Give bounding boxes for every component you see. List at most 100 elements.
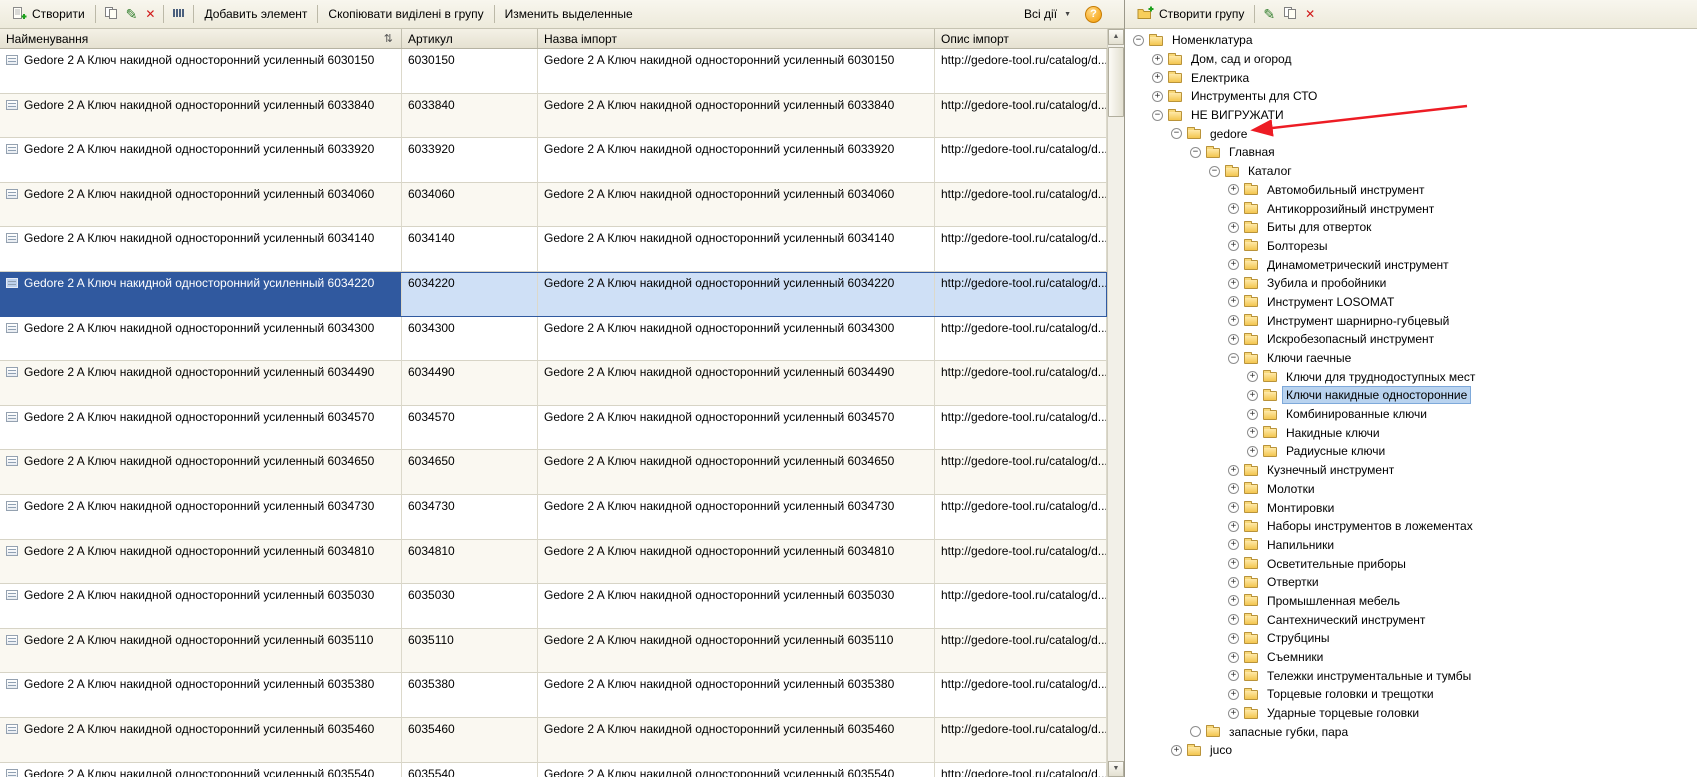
cell-name[interactable]: Gedore 2 A Ключ накидной односторонний у… [0,494,402,540]
tree-node-label[interactable]: Автомобильный инструмент [1264,182,1427,198]
scroll-down-button[interactable]: ▼ [1108,761,1124,777]
expand-icon[interactable]: + [1228,539,1239,551]
column-header-import-name[interactable]: Назва імпорт [538,29,935,48]
tree-node[interactable]: + Зубила и пробойники [1125,274,1697,293]
table-row[interactable]: Gedore 2 A Ключ накидной односторонний у… [0,628,1107,674]
tree-node-label[interactable]: Радиусные ключи [1283,443,1388,459]
delete-group-button[interactable]: ✕ [1301,5,1319,24]
cell-import-name[interactable]: Gedore 2 A Ключ накидной односторонний у… [538,271,935,317]
table-scrollbar[interactable]: ▲ ▼ [1107,29,1124,777]
tree-node-label[interactable]: Болторезы [1264,238,1331,254]
cell-import-desc[interactable]: http://gedore-tool.ru/catalog/d... [935,539,1107,585]
expand-icon[interactable]: + [1228,651,1239,663]
cell-import-name[interactable]: Gedore 2 A Ключ накидной односторонний у… [538,361,935,406]
cell-import-name[interactable]: Gedore 2 A Ключ накидной односторонний у… [538,316,935,362]
tree-node-label[interactable]: Биты для отверток [1264,219,1374,235]
tree-node[interactable]: + Инструмент LOSOMAT [1125,293,1697,312]
tree-node[interactable]: + Искробезопасный инструмент [1125,330,1697,349]
tree-node[interactable]: − НЕ ВИГРУЖАТИ [1125,106,1697,125]
table-row[interactable]: Gedore 2 A Ключ накидной односторонний у… [0,762,1107,777]
tree-node[interactable]: − Номенклатура [1125,31,1697,50]
tree-node[interactable]: + Сантехнический инструмент [1125,610,1697,629]
tree-node[interactable]: + Молотки [1125,480,1697,499]
tree-node-label[interactable]: Съемники [1264,649,1326,665]
expand-icon[interactable]: + [1228,576,1239,588]
tree-node-label[interactable]: Струбцины [1264,630,1333,646]
tree-node[interactable]: + Накидные ключи [1125,423,1697,442]
cell-import-name[interactable]: Gedore 2 A Ключ накидной односторонний у… [538,584,935,629]
tree-node-label[interactable]: Торцевые головки и трещотки [1264,686,1437,702]
copy-group-button[interactable] [1279,3,1301,26]
table-row[interactable]: Gedore 2 A Ключ накидной односторонний у… [0,49,1107,94]
cell-name[interactable]: Gedore 2 A Ключ накидной односторонний у… [0,539,402,585]
cell-article[interactable]: 6034300 [402,316,538,362]
cell-article[interactable]: 6034140 [402,227,538,272]
tree-node[interactable]: + Промышленная мебель [1125,592,1697,611]
tree-node-label[interactable]: Накидные ключи [1283,425,1383,441]
cell-import-name[interactable]: Gedore 2 A Ключ накидной односторонний у… [538,227,935,272]
cell-name[interactable]: Gedore 2 A Ключ накидной односторонний у… [0,762,402,777]
expand-icon[interactable]: + [1228,502,1239,514]
tree-node[interactable]: − Главная [1125,143,1697,162]
collapse-icon[interactable]: − [1171,128,1182,140]
expand-icon[interactable]: + [1228,203,1239,215]
cell-name[interactable]: Gedore 2 A Ключ накидной односторонний у… [0,93,402,139]
cell-import-name[interactable]: Gedore 2 A Ключ накидной односторонний у… [538,450,935,495]
tree-node[interactable]: + Дом, сад и огород [1125,50,1697,69]
tree-node[interactable]: + Автомобильный инструмент [1125,181,1697,200]
copy-button[interactable] [100,3,122,26]
cell-article[interactable]: 6030150 [402,49,538,94]
cell-import-desc[interactable]: http://gedore-tool.ru/catalog/d... [935,138,1107,183]
edit-selected-button[interactable]: Изменить выделенные [499,4,639,24]
cell-import-desc[interactable]: http://gedore-tool.ru/catalog/d... [935,494,1107,540]
cell-name[interactable]: Gedore 2 A Ключ накидной односторонний у… [0,138,402,183]
tree-node-label[interactable]: Дом, сад и огород [1188,51,1294,67]
cell-import-desc[interactable]: http://gedore-tool.ru/catalog/d... [935,361,1107,406]
tree-node[interactable]: запасные губки, пара [1125,722,1697,741]
tree-node[interactable]: + Инструмент шарнирно-губцевый [1125,311,1697,330]
delete-button[interactable]: ✕ [141,5,159,24]
expand-icon[interactable]: + [1247,445,1258,457]
cell-import-desc[interactable]: http://gedore-tool.ru/catalog/d... [935,93,1107,139]
expand-icon[interactable]: + [1228,184,1239,196]
add-element-button[interactable]: Добавить элемент [198,4,313,24]
tree-node[interactable]: + Динамометрический инструмент [1125,255,1697,274]
expand-icon[interactable]: + [1247,389,1258,401]
tree-node[interactable]: + Кузнечный инструмент [1125,461,1697,480]
cell-import-desc[interactable]: http://gedore-tool.ru/catalog/d... [935,316,1107,362]
tree-node[interactable]: + Ключи для труднодоступных мест [1125,367,1697,386]
tree-node-label[interactable]: Комбинированные ключи [1283,406,1430,422]
expand-icon[interactable]: + [1247,408,1258,420]
tree-node[interactable]: + Торцевые головки и трещотки [1125,685,1697,704]
cell-article[interactable]: 6033840 [402,93,538,139]
cell-article[interactable]: 6034810 [402,539,538,585]
tree-node[interactable]: + Монтировки [1125,498,1697,517]
tree-node[interactable]: + Тележки инструментальные и тумбы [1125,666,1697,685]
cell-name[interactable]: Gedore 2 A Ключ накидной односторонний у… [0,182,402,228]
cell-import-name[interactable]: Gedore 2 A Ключ накидной односторонний у… [538,717,935,763]
expand-icon[interactable]: + [1228,595,1239,607]
scrollbar-thumb[interactable] [1108,47,1124,117]
tree-node-label[interactable]: Напильники [1264,537,1337,553]
expand-icon[interactable]: + [1228,464,1239,476]
cell-import-desc[interactable]: http://gedore-tool.ru/catalog/d... [935,628,1107,674]
cell-name[interactable]: Gedore 2 A Ключ накидной односторонний у… [0,227,402,272]
column-header-article[interactable]: Артикул [402,29,538,48]
all-actions-button[interactable]: Всі дії ▼ [1018,4,1077,24]
help-icon[interactable]: ? [1085,5,1102,23]
tree-node-label[interactable]: Молотки [1264,481,1318,497]
expand-icon[interactable]: + [1228,315,1239,327]
tree-node-label[interactable]: Каталог [1245,163,1295,179]
expand-icon[interactable]: + [1228,632,1239,644]
tree-node[interactable]: − Ключи гаечные [1125,349,1697,368]
tree-node[interactable]: + Съемники [1125,648,1697,667]
table-row[interactable]: Gedore 2 A Ключ накидной односторонний у… [0,182,1107,228]
tree-node-label[interactable]: Промышленная мебель [1264,593,1403,609]
tree-node[interactable]: − gedore [1125,124,1697,143]
cell-import-name[interactable]: Gedore 2 A Ключ накидной односторонний у… [538,628,935,674]
table-row[interactable]: Gedore 2 A Ключ накидной односторонний у… [0,673,1107,718]
cell-article[interactable]: 6035030 [402,584,538,629]
tree-node-label[interactable]: Отвертки [1264,574,1322,590]
tree-node-label[interactable]: Номенклатура [1169,32,1256,48]
tree-node-label[interactable]: Инструмент LOSOMAT [1264,294,1397,310]
